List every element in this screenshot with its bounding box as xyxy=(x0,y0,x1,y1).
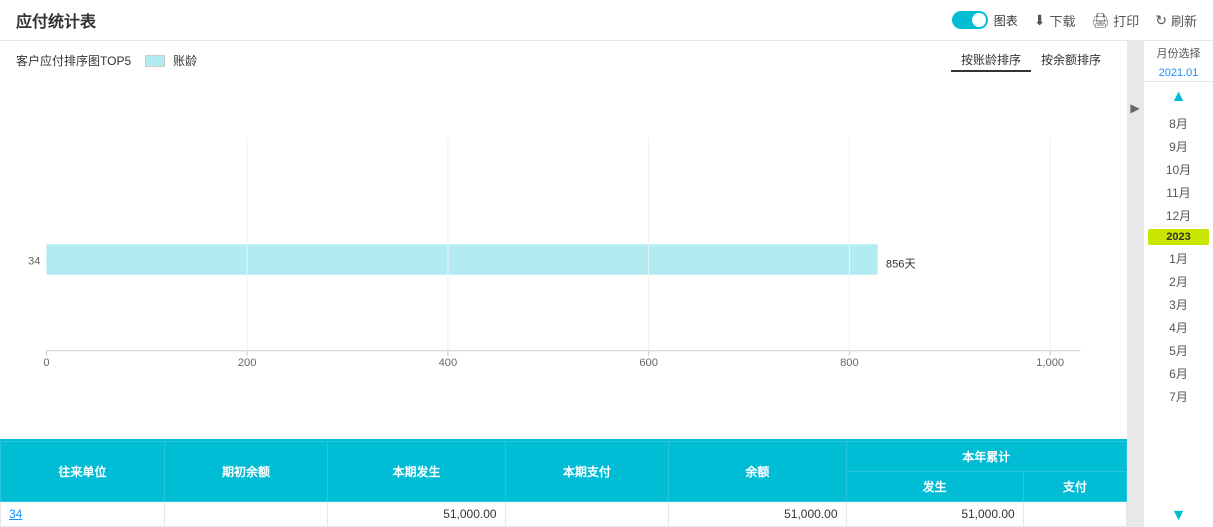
sidebar-month-item[interactable]: 11月 xyxy=(1144,181,1213,204)
td-balance: 51,000.00 xyxy=(669,502,846,527)
chart-toggle-switch[interactable] xyxy=(952,11,988,29)
svg-text:800: 800 xyxy=(840,357,859,369)
main-container: 应付统计表 图表 ⬇ 下载 🖨 打印 ↻ 刷新 xyxy=(0,0,1213,527)
svg-text:0: 0 xyxy=(43,357,49,369)
right-sidebar: 月份选择 2021.01 ▲ 8月9月10月11月12月 2023 1月2月3月4月… xyxy=(1143,41,1213,527)
chart-legend-title: 客户应付排序图TOP5 xyxy=(16,52,131,69)
bar-end-label: 856天 xyxy=(886,259,916,271)
sidebar-month-item[interactable]: 8月 xyxy=(1144,112,1213,135)
chart-svg: 34 856天 0 200 400 600 800 1,000 xyxy=(16,80,1111,439)
legend-box xyxy=(145,55,165,67)
sidebar-up-button[interactable]: ▲ xyxy=(1144,86,1213,108)
content-area: 客户应付排序图TOP5 账龄 按账龄排序 按余额排序 34 856天 xyxy=(0,41,1213,527)
sidebar-month-item[interactable]: 2023 xyxy=(1148,229,1209,245)
sidebar-label: 月份选择 xyxy=(1144,41,1213,65)
chart-legend: 客户应付排序图TOP5 账龄 xyxy=(16,52,197,69)
download-icon: ⬇ xyxy=(1034,12,1046,29)
td-ytd-payment xyxy=(1023,502,1126,527)
download-button[interactable]: ⬇ 下载 xyxy=(1034,11,1076,30)
sort-by-amount-tab[interactable]: 按余额排序 xyxy=(1031,49,1111,72)
chart-legend-box-label: 账龄 xyxy=(173,52,197,69)
svg-text:1,000: 1,000 xyxy=(1036,357,1064,369)
th-current-payment: 本期支付 xyxy=(505,442,669,502)
sidebar-month-item[interactable]: 4月 xyxy=(1144,316,1213,339)
chart-area: 34 856天 0 200 400 600 800 1,000 xyxy=(0,80,1127,439)
data-table: 往来单位 期初余额 本期发生 本期支付 余额 本年累计 发生 支付 xyxy=(0,441,1127,527)
chart-section: 客户应付排序图TOP5 账龄 按账龄排序 按余额排序 34 856天 xyxy=(0,41,1127,527)
chart-toggle-label: 图表 xyxy=(994,12,1018,29)
sidebar-year-input[interactable]: 2021.01 xyxy=(1144,65,1213,82)
th-unit: 往来单位 xyxy=(1,442,165,502)
table-header-row-1: 往来单位 期初余额 本期发生 本期支付 余额 本年累计 xyxy=(1,442,1127,472)
sort-tabs: 按账龄排序 按余额排序 xyxy=(951,49,1111,72)
print-button[interactable]: 🖨 打印 xyxy=(1091,11,1139,30)
svg-text:200: 200 xyxy=(238,357,257,369)
sidebar-month-item[interactable]: 10月 xyxy=(1144,158,1213,181)
td-current-payment xyxy=(505,502,669,527)
td-unit: 34 xyxy=(1,502,165,527)
header: 应付统计表 图表 ⬇ 下载 🖨 打印 ↻ 刷新 xyxy=(0,0,1213,41)
refresh-icon: ↻ xyxy=(1155,12,1167,29)
td-ytd-amount: 51,000.00 xyxy=(846,502,1023,527)
th-balance: 余额 xyxy=(669,442,846,502)
sidebar-month-item[interactable]: 7月 xyxy=(1144,385,1213,408)
unit-link[interactable]: 34 xyxy=(9,507,22,521)
table-row: 34 51,000.00 51,000.00 51,000.00 xyxy=(1,502,1127,527)
sidebar-month-item[interactable]: 6月 xyxy=(1144,362,1213,385)
collapse-arrow[interactable]: ▶ xyxy=(1127,41,1143,527)
td-current-amount: 51,000.00 xyxy=(328,502,505,527)
download-label: 下载 xyxy=(1049,11,1075,30)
sidebar-month-item[interactable]: 5月 xyxy=(1144,339,1213,362)
sidebar-month-item[interactable]: 12月 xyxy=(1144,204,1213,227)
print-icon: 🖨 xyxy=(1091,12,1109,29)
table-section: 往来单位 期初余额 本期发生 本期支付 余额 本年累计 发生 支付 xyxy=(0,439,1127,527)
sidebar-month-item[interactable]: 3月 xyxy=(1144,293,1213,316)
sidebar-month-item[interactable]: 9月 xyxy=(1144,135,1213,158)
th-ytd-amount: 发生 xyxy=(846,472,1023,502)
sidebar-month-list: 8月9月10月11月12月 2023 1月2月3月4月5月6月7月 xyxy=(1144,108,1213,505)
chart-bar xyxy=(46,244,877,274)
print-label: 打印 xyxy=(1113,11,1139,30)
bar-y-label: 34 xyxy=(28,256,40,268)
th-ytd-payment: 支付 xyxy=(1023,472,1126,502)
sidebar-month-item[interactable]: 1月 xyxy=(1144,247,1213,270)
td-opening xyxy=(164,502,328,527)
th-ytd: 本年累计 xyxy=(846,442,1127,472)
chart-header: 客户应付排序图TOP5 账龄 按账龄排序 按余额排序 xyxy=(0,41,1127,80)
sidebar-down-button[interactable]: ▼ xyxy=(1144,505,1213,527)
sort-by-balance-tab[interactable]: 按账龄排序 xyxy=(951,49,1031,72)
chart-toggle-group[interactable]: 图表 xyxy=(952,11,1018,29)
right-panel: ▶ 月份选择 2021.01 ▲ 8月9月10月11月12月 2023 1月2月3月… xyxy=(1127,41,1213,527)
th-opening: 期初余额 xyxy=(164,442,328,502)
page-title: 应付统计表 xyxy=(16,8,96,32)
refresh-button[interactable]: ↻ 刷新 xyxy=(1155,11,1197,30)
svg-text:400: 400 xyxy=(439,357,458,369)
refresh-label: 刷新 xyxy=(1171,11,1197,30)
th-current-amount: 本期发生 xyxy=(328,442,505,502)
header-actions: 图表 ⬇ 下载 🖨 打印 ↻ 刷新 xyxy=(952,11,1197,30)
svg-text:600: 600 xyxy=(639,357,658,369)
sidebar-month-item[interactable]: 2月 xyxy=(1144,270,1213,293)
